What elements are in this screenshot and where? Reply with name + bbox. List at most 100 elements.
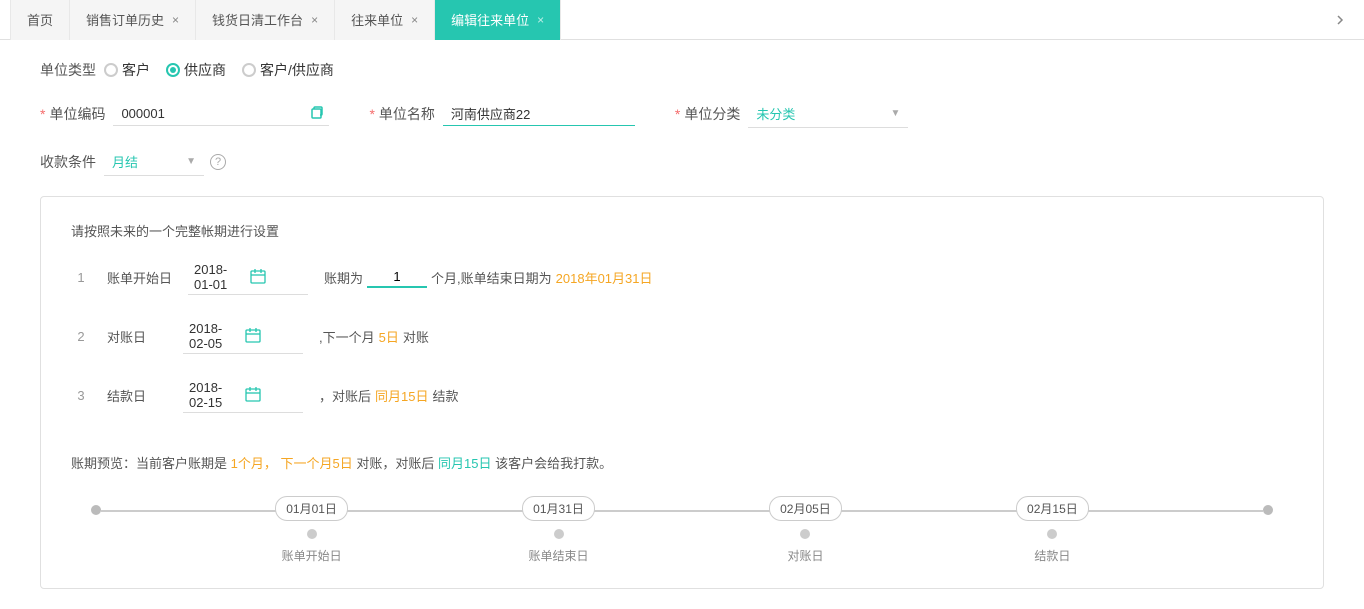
unit-category-field: * 单位分类 未分类 ▼ [675,100,908,128]
radio-group-unit-type: 客户 供应商 客户/供应商 [104,60,334,80]
required-star: * [675,106,680,122]
node-dot-1 [307,529,317,539]
close-icon[interactable]: × [172,13,179,27]
tab-cash-goods-workbench-label: 钱货日清工作台 [212,10,303,29]
reconcile-date-value: 2018-02-05 [189,321,241,351]
chevron-right-icon [1334,14,1346,26]
tab-partner-units[interactable]: 往来单位 × [335,0,435,40]
step-1-suffix-before: 账期为 [324,268,363,287]
radio-supplier[interactable]: 供应商 [166,60,226,80]
unit-code-input-wrapper [113,102,329,126]
settings-panel: 请按照未来的一个完整帐期进行设置 1 账单开始日 2018-01-01 账期为 [40,196,1324,589]
node-dot-3 [800,529,810,539]
step-2-suffix: ,下一个月5日 对账 [319,327,429,346]
preview-text: 账期预览：当前客户账期是 1个月， 下一个月5日 对账，对账后 同月15日 该客… [71,437,1293,472]
timeline-node-2: 01月31日 账单结束日 [522,496,595,564]
radio-circle-customer [104,63,118,77]
unit-name-field: * 单位名称 [369,102,634,126]
node-label-2: 账单结束日 [529,547,589,564]
step-label-2: 对账日 [107,327,167,346]
payment-date-value: 2018-02-15 [189,380,241,410]
radio-customer-supplier[interactable]: 客户/供应商 [242,60,334,80]
step-row-1: 1 账单开始日 2018-01-01 账期为 个月,账单结束日期为 2018年0 [71,260,1293,295]
close-icon[interactable]: × [311,13,318,27]
tabs-expand-button[interactable] [1326,14,1354,26]
unit-code-field: * 单位编码 [40,102,329,126]
step-3-end: 结款 [432,386,458,405]
step-3-prefix: ，对账后 [319,386,371,405]
step-num-1: 1 [71,270,91,285]
period-input[interactable] [367,267,427,288]
unit-category-select[interactable]: 未分类 ▼ [748,100,908,128]
payment-terms-value: 月结 [112,152,182,171]
step-3-suffix: ，对账后 同月15日 结款 [319,386,459,405]
close-icon[interactable]: × [537,13,544,27]
payment-terms-select[interactable]: 月结 ▼ [104,148,204,176]
help-icon[interactable]: ? [210,154,226,170]
calendar-icon[interactable] [250,268,302,287]
preview-end: 该客户会给我打款。 [495,456,612,471]
radio-supplier-label: 供应商 [184,60,226,80]
timeline-right-endpoint [1263,496,1273,564]
preview-label: 账期预览：当前客户账期是 [71,456,227,471]
tab-cash-goods-workbench[interactable]: 钱货日清工作台 × [196,0,335,40]
preview-mid: 对账，对账后 [356,456,434,471]
timeline-container: 01月01日 账单开始日 01月31日 账单结束日 02月05日 对账日 02月… [71,496,1293,564]
node-dot-2 [554,529,564,539]
calendar-icon[interactable] [245,327,297,346]
payment-date-input[interactable]: 2018-02-15 [183,378,303,413]
preview-period: 1个月， [231,456,277,471]
main-content: 单位类型 客户 供应商 客户/供应商 * 单位编码 [0,40,1364,609]
node-label-4: 结款日 [1034,547,1070,564]
radio-circle-supplier [166,63,180,77]
step-label-3: 结款日 [107,386,167,405]
unit-code-input[interactable] [113,102,305,125]
node-badge-4: 02月15日 [1016,496,1089,521]
node-dot-4 [1047,529,1057,539]
timeline-left-endpoint [91,496,101,564]
unit-category-label: 单位分类 [684,104,740,124]
step-label-1: 账单开始日 [107,268,172,287]
unit-category-value: 未分类 [756,104,886,123]
preview-reconcile: 下一个月5日 [281,456,353,471]
step-row-2: 2 对账日 2018-02-05 ,下一个月5日 对账 [71,319,1293,354]
tab-edit-partner-unit-label: 编辑往来单位 [451,10,529,29]
tab-partner-units-label: 往来单位 [351,10,403,29]
timeline-node-1: 01月01日 账单开始日 [275,496,348,564]
step-2-day: 5日 [379,327,399,346]
reconcile-date-input[interactable]: 2018-02-05 [183,319,303,354]
start-date-input[interactable]: 2018-01-01 [188,260,308,295]
unit-name-input[interactable] [443,102,635,126]
timeline-node-4: 02月15日 结款日 [1016,496,1089,564]
step-2-prefix: ,下一个月 [319,327,375,346]
node-label-3: 对账日 [787,547,823,564]
copy-icon[interactable] [305,104,329,123]
endpoint-dot-right [1263,505,1273,515]
close-icon[interactable]: × [411,13,418,27]
tab-home[interactable]: 首页 [10,0,70,40]
radio-customer[interactable]: 客户 [104,60,150,80]
payment-terms-row: 收款条件 月结 ▼ ? [40,148,1324,176]
tab-sales-order-history[interactable]: 销售订单历史 × [70,0,196,40]
tab-home-label: 首页 [27,10,53,29]
payment-terms-label: 收款条件 [40,152,96,172]
panel-tip: 请按照未来的一个完整帐期进行设置 [71,221,1293,240]
radio-customer-supplier-label: 客户/供应商 [260,60,334,80]
timeline-node-3: 02月05日 对账日 [769,496,842,564]
timeline-items: 01月01日 账单开始日 01月31日 账单结束日 02月05日 对账日 02月… [91,496,1273,564]
step-1-suffix: 账期为 个月,账单结束日期为 2018年01月31日 [324,267,652,288]
step-num-2: 2 [71,329,91,344]
required-star: * [40,106,45,122]
unit-code-label: 单位编码 [49,104,105,124]
required-star: * [369,106,374,122]
node-badge-3: 02月05日 [769,496,842,521]
calendar-icon[interactable] [245,386,297,405]
tabs-bar: 首页 销售订单历史 × 钱货日清工作台 × 往来单位 × 编辑往来单位 × [0,0,1364,40]
tab-edit-partner-unit[interactable]: 编辑往来单位 × [435,0,561,40]
unit-type-row: 单位类型 客户 供应商 客户/供应商 [40,60,1324,80]
step-row-3: 3 结款日 2018-02-15 ，对账后 同月15日 结款 [71,378,1293,413]
radio-customer-label: 客户 [122,60,150,80]
start-date-value: 2018-01-01 [194,262,246,292]
chevron-down-icon: ▼ [186,156,196,167]
endpoint-dot-left [91,505,101,515]
